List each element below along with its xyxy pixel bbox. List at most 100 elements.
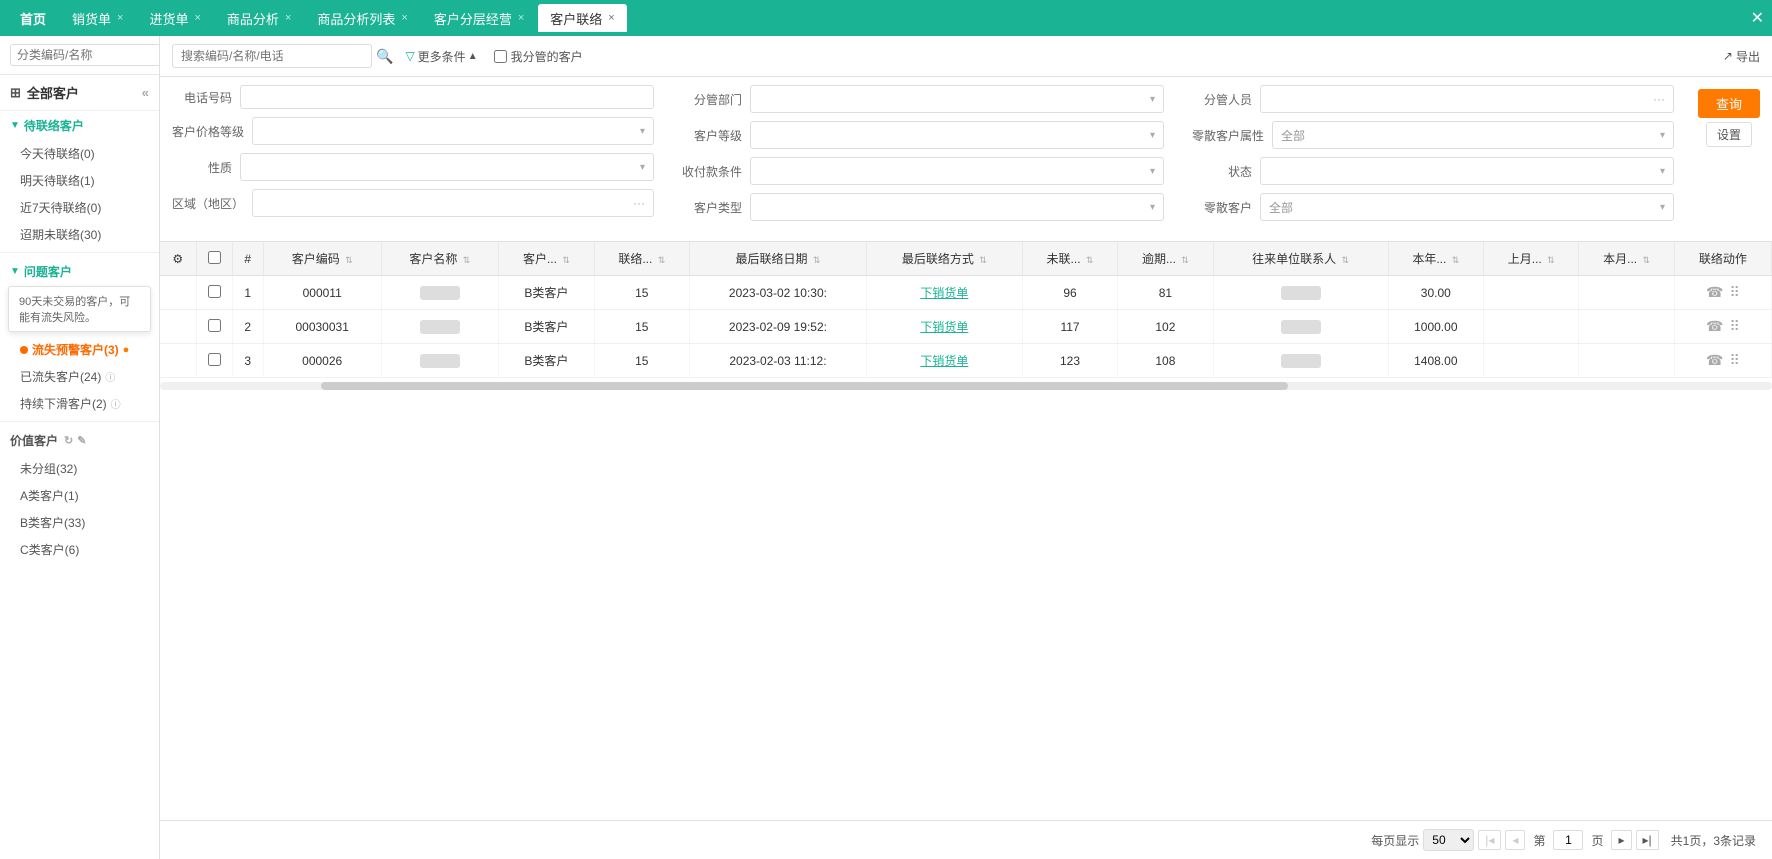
page-input[interactable] [1553, 830, 1583, 850]
last-page-button[interactable]: ▸| [1636, 830, 1659, 850]
th-overdue[interactable]: 逾期... ⇅ [1118, 242, 1213, 276]
sidebar-group-value-title[interactable]: 价值客户 ↻ ✎ [0, 426, 159, 455]
status-select[interactable]: ▾ [1260, 157, 1674, 185]
payment-select[interactable]: ▾ [750, 157, 1164, 185]
value-refresh-icon[interactable]: ↻ [64, 434, 73, 447]
th-gear[interactable]: ⚙ [160, 242, 196, 276]
th-last-month[interactable]: 上月... ⇅ [1484, 242, 1579, 276]
tab-sales[interactable]: 销货单 × [60, 4, 135, 32]
dept-select[interactable]: ▾ [750, 85, 1164, 113]
name-sort-icon[interactable]: ⇅ [463, 255, 471, 265]
my-customers-checkbox-label[interactable]: 我分管的客户 [494, 48, 583, 65]
sidebar-item-today[interactable]: 今天待联络(0) [0, 140, 159, 167]
row3-contact-icon[interactable]: ☎ [1706, 352, 1723, 369]
customer-level-select[interactable]: ▾ [750, 121, 1164, 149]
last-month-sort-icon[interactable]: ⇅ [1547, 255, 1555, 265]
table-scrollbar-track[interactable] [160, 382, 1772, 390]
code-sort-icon[interactable]: ⇅ [345, 255, 353, 265]
row2-check[interactable] [196, 310, 232, 344]
no-contact-sort-icon[interactable]: ⇅ [1086, 255, 1094, 265]
row1-method-link[interactable]: 下销货单 [920, 286, 968, 300]
th-code[interactable]: 客户编码 ⇅ [263, 242, 381, 276]
row3-last-method[interactable]: 下销货单 [866, 344, 1022, 378]
query-button[interactable]: 查询 [1698, 89, 1760, 118]
sidebar-item-a-class[interactable]: A类客户(1) [0, 482, 159, 509]
tab-goods-list-close[interactable]: × [401, 12, 407, 24]
overdue-sort-icon[interactable]: ⇅ [1181, 255, 1189, 265]
row3-check[interactable] [196, 344, 232, 378]
row2-contact-icon[interactable]: ☎ [1706, 318, 1723, 335]
this-month-sort-icon[interactable]: ⇅ [1642, 255, 1650, 265]
main-search-input[interactable] [172, 44, 372, 68]
row1-more-icon[interactable]: ⠿ [1729, 284, 1739, 301]
row1-checkbox[interactable] [208, 285, 221, 298]
th-last-contact-method[interactable]: 最后联络方式 ⇅ [866, 242, 1022, 276]
th-last-contact-date[interactable]: 最后联络日期 ⇅ [690, 242, 867, 276]
row3-more-icon[interactable]: ⠿ [1729, 352, 1739, 369]
my-customers-checkbox[interactable] [494, 50, 507, 63]
table-scrollbar-thumb[interactable] [321, 382, 1288, 390]
manager-dots[interactable]: ··· [1653, 92, 1665, 106]
sidebar-item-tomorrow[interactable]: 明天待联络(1) [0, 167, 159, 194]
tab-customer-contact[interactable]: 客户联络 × [538, 4, 626, 32]
tab-purchase[interactable]: 进货单 × [137, 4, 212, 32]
nature-select[interactable]: ▾ [240, 153, 654, 181]
sidebar-item-unclassified[interactable]: 未分组(32) [0, 455, 159, 482]
th-this-month[interactable]: 本月... ⇅ [1579, 242, 1674, 276]
row2-more-icon[interactable]: ⠿ [1729, 318, 1739, 335]
next-page-button[interactable]: ▸ [1611, 830, 1631, 850]
sidebar-group-problem-title[interactable]: ▼ 问题客户 [0, 257, 159, 286]
prev-page-button[interactable]: ◂ [1505, 830, 1525, 850]
price-level-select[interactable]: ▾ [252, 117, 654, 145]
th-no-contact[interactable]: 未联... ⇅ [1022, 242, 1117, 276]
last-date-sort-icon[interactable]: ⇅ [813, 255, 821, 265]
export-button[interactable]: ↗ 导出 [1723, 48, 1760, 65]
th-name[interactable]: 客户名称 ⇅ [381, 242, 499, 276]
level-sort-icon[interactable]: ⇅ [562, 255, 570, 265]
row2-method-link[interactable]: 下销货单 [920, 320, 968, 334]
sidebar-item-churned[interactable]: 已流失客户(24) ⓘ [0, 363, 159, 390]
sidebar-item-b-class[interactable]: B类客户(33) [0, 509, 159, 536]
settings-button[interactable]: 设置 [1706, 122, 1752, 147]
unit-contact-sort-icon[interactable]: ⇅ [1342, 255, 1350, 265]
th-this-year[interactable]: 本年... ⇅ [1388, 242, 1483, 276]
region-select[interactable]: ··· [252, 189, 654, 217]
tab-purchase-close[interactable]: × [194, 12, 200, 24]
row1-check[interactable] [196, 276, 232, 310]
th-unit-contact[interactable]: 往来单位联系人 ⇅ [1213, 242, 1388, 276]
tab-goods-analysis-close[interactable]: × [285, 12, 291, 24]
sidebar-search-input[interactable] [10, 44, 160, 66]
row1-last-method[interactable]: 下销货单 [866, 276, 1022, 310]
value-edit-icon[interactable]: ✎ [77, 434, 86, 447]
window-close-button[interactable]: ✕ [1751, 8, 1764, 28]
contact-sort-icon[interactable]: ⇅ [658, 255, 666, 265]
th-level[interactable]: 客户... ⇅ [499, 242, 594, 276]
last-method-sort-icon[interactable]: ⇅ [979, 255, 987, 265]
manager-select[interactable]: ··· [1260, 85, 1674, 113]
row3-method-link[interactable]: 下销货单 [920, 354, 968, 368]
sidebar-item-c-class[interactable]: C类客户(6) [0, 536, 159, 563]
tab-customer-tier[interactable]: 客户分层经营 × [422, 4, 536, 32]
sidebar-all-customers[interactable]: ⊞ 全部客户 « [0, 75, 159, 111]
row2-last-method[interactable]: 下销货单 [866, 310, 1022, 344]
tab-home[interactable]: 首页 [8, 4, 58, 32]
main-search-button[interactable]: 🔍 [376, 48, 393, 65]
zero-retail-select[interactable]: 全部 ▾ [1260, 193, 1674, 221]
select-all-checkbox[interactable] [208, 251, 221, 264]
phone-input[interactable] [240, 85, 654, 109]
row1-contact-icon[interactable]: ☎ [1706, 284, 1723, 301]
tab-goods-list[interactable]: 商品分析列表 × [305, 4, 419, 32]
tab-sales-close[interactable]: × [117, 12, 123, 24]
sidebar-item-churn-warning[interactable]: 流失预警客户(3) ● [0, 336, 159, 363]
region-dots[interactable]: ··· [633, 196, 645, 210]
sidebar-item-7days[interactable]: 近7天待联络(0) [0, 194, 159, 221]
row2-checkbox[interactable] [208, 319, 221, 332]
row3-checkbox[interactable] [208, 353, 221, 366]
zero-retail-attr-select[interactable]: 全部 ▾ [1272, 121, 1674, 149]
this-year-sort-icon[interactable]: ⇅ [1452, 255, 1460, 265]
tab-customer-contact-close[interactable]: × [608, 12, 614, 24]
tab-customer-tier-close[interactable]: × [518, 12, 524, 24]
sidebar-group-pending-title[interactable]: ▼ 待联络客户 [0, 111, 159, 140]
sidebar-item-declining[interactable]: 持续下滑客户(2) ⓘ [0, 390, 159, 417]
per-page-select[interactable]: 50 100 200 [1423, 829, 1474, 851]
